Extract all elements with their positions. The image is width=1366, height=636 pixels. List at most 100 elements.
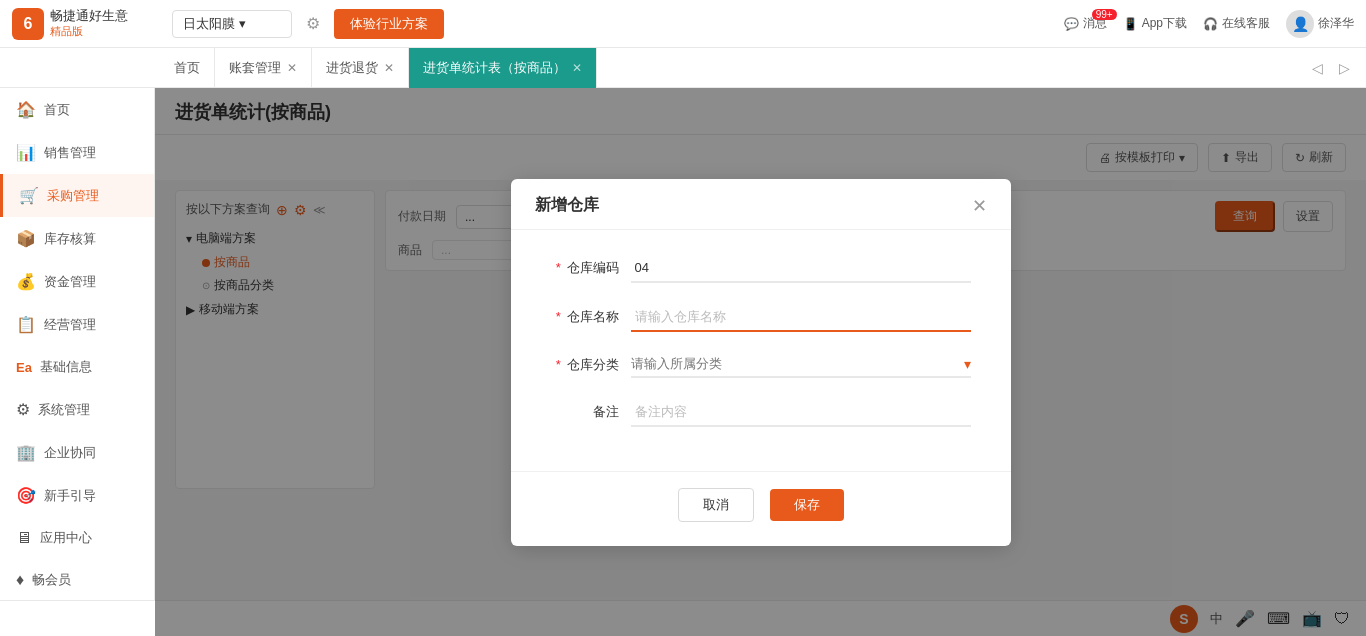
sidebar-item-finance-label: 资金管理 [44,273,96,291]
store-name: 日太阳膜 [183,15,235,33]
sidebar: 🏠 首页 📊 销售管理 🛒 采购管理 📦 库存核算 💰 资金管理 📋 经营管理 … [0,88,155,636]
logo-icon: 6 [12,8,44,40]
category-select-wrapper[interactable]: ▾ [631,352,971,378]
sidebar-item-finance[interactable]: 💰 资金管理 [0,260,154,303]
modal-body: * 仓库编码 * 仓库名称 [511,230,1011,471]
basic-icon: Ea [16,360,32,375]
sidebar-item-basic-label: 基础信息 [40,358,92,376]
headset-icon: 🎧 [1203,17,1218,31]
user-name: 徐泽华 [1318,15,1354,32]
tab-account-label: 账套管理 [229,59,281,77]
message-icon: 💬 [1064,17,1079,31]
save-button[interactable]: 保存 [770,489,844,521]
name-label: * 仓库名称 [551,308,631,326]
sidebar-item-inventory[interactable]: 📦 库存核算 [0,217,154,260]
sidebar-item-purchase[interactable]: 🛒 采购管理 [0,174,154,217]
sidebar-item-system-label: 系统管理 [38,401,90,419]
service-item[interactable]: 🎧 在线客服 [1203,15,1270,32]
modal-header: 新增仓库 ✕ [511,179,1011,230]
sidebar-item-inventory-label: 库存核算 [44,230,96,248]
cancel-button[interactable]: 取消 [678,488,754,522]
modal-overlay: 新增仓库 ✕ * 仓库编码 * [155,88,1366,636]
top-header: 6 畅捷通好生意 精品版 日太阳膜 ▾ ⚙ 体验行业方案 💬 消息 99+ 📱 … [0,0,1366,48]
sidebar-item-member[interactable]: ♦ 畅会员 [0,559,154,601]
purchase-icon: 🛒 [19,186,39,205]
app-download-item[interactable]: 📱 App下载 [1123,15,1187,32]
sidebar-item-home-label: 首页 [44,101,70,119]
name-input[interactable] [631,303,971,332]
code-label: * 仓库编码 [551,259,631,277]
sidebar-item-basic[interactable]: Ea 基础信息 [0,346,154,388]
tab-stats[interactable]: 进货单统计表（按商品） ✕ [409,48,597,88]
form-row-category: * 仓库分类 ▾ [551,352,971,378]
form-row-code: * 仓库编码 [551,254,971,283]
sidebar-item-sales[interactable]: 📊 销售管理 [0,131,154,174]
store-dropdown-icon: ▾ [239,16,246,31]
tab-return-close[interactable]: ✕ [384,61,394,75]
sidebar-item-enterprise-label: 企业协同 [44,444,96,462]
main-layout: 🏠 首页 📊 销售管理 🛒 采购管理 📦 库存核算 💰 资金管理 📋 经营管理 … [0,88,1366,636]
sidebar-item-apps[interactable]: 🖥 应用中心 [0,517,154,559]
operations-icon: 📋 [16,315,36,334]
modal-new-warehouse: 新增仓库 ✕ * 仓库编码 * [511,179,1011,546]
tab-home[interactable]: 首页 [160,48,215,88]
inventory-icon: 📦 [16,229,36,248]
note-label: 备注 [551,403,631,421]
category-dropdown-icon[interactable]: ▾ [964,356,971,372]
form-row-name: * 仓库名称 [551,303,971,332]
sidebar-item-sales-label: 销售管理 [44,144,96,162]
brand-name: 畅捷通好生意 [50,8,128,25]
content-area: 进货单统计(按商品) 🖨 按模板打印 ▾ ⬆ 导出 ↻ 刷新 按以下方 [155,88,1366,636]
home-icon: 🏠 [16,100,36,119]
gear-icon[interactable]: ⚙ [302,10,324,37]
tab-prev-icon[interactable]: ◁ [1306,58,1329,78]
enterprise-icon: 🏢 [16,443,36,462]
finance-icon: 💰 [16,272,36,291]
logo-area: 6 畅捷通好生意 精品版 [12,8,162,40]
tab-return-label: 进货退货 [326,59,378,77]
sidebar-item-guide-label: 新手引导 [44,487,96,505]
message-item[interactable]: 💬 消息 99+ [1064,15,1107,32]
note-input[interactable] [631,398,971,427]
modal-footer: 取消 保存 [511,472,1011,546]
brand-sub: 精品版 [50,24,128,39]
app-icon: 📱 [1123,17,1138,31]
sidebar-item-member-label: 畅会员 [32,571,71,589]
sidebar-item-apps-label: 应用中心 [40,529,92,547]
tab-stats-label: 进货单统计表（按商品） [423,59,566,77]
tab-account[interactable]: 账套管理 ✕ [215,48,312,88]
sidebar-item-operations[interactable]: 📋 经营管理 [0,303,154,346]
sidebar-item-enterprise[interactable]: 🏢 企业协同 [0,431,154,474]
tab-bar: 首页 账套管理 ✕ 进货退货 ✕ 进货单统计表（按商品） ✕ ◁ ▷ [0,48,1366,88]
category-label: * 仓库分类 [551,356,631,374]
member-icon: ♦ [16,571,24,589]
tab-return[interactable]: 进货退货 ✕ [312,48,409,88]
tab-account-close[interactable]: ✕ [287,61,297,75]
form-row-note: 备注 [551,398,971,427]
tab-next-icon[interactable]: ▷ [1333,58,1356,78]
app-label: App下载 [1142,15,1187,32]
sidebar-item-operations-label: 经营管理 [44,316,96,334]
user-item[interactable]: 👤 徐泽华 [1286,10,1354,38]
avatar: 👤 [1286,10,1314,38]
code-input[interactable] [631,254,971,283]
sidebar-item-guide[interactable]: 🎯 新手引导 [0,474,154,517]
tab-stats-close[interactable]: ✕ [572,61,582,75]
sidebar-item-system[interactable]: ⚙ 系统管理 [0,388,154,431]
sidebar-item-purchase-label: 采购管理 [47,187,99,205]
apps-icon: 🖥 [16,529,32,547]
sales-icon: 📊 [16,143,36,162]
sidebar-item-home[interactable]: 🏠 首页 [0,88,154,131]
category-input[interactable] [631,356,964,371]
store-selector[interactable]: 日太阳膜 ▾ [172,10,292,38]
tab-home-label: 首页 [174,59,200,77]
service-label: 在线客服 [1222,15,1270,32]
message-badge: 99+ [1092,9,1117,20]
tab-controls: ◁ ▷ [1306,58,1366,78]
header-right: 💬 消息 99+ 📱 App下载 🎧 在线客服 👤 徐泽华 [1064,10,1354,38]
guide-icon: 🎯 [16,486,36,505]
modal-close-button[interactable]: ✕ [972,195,987,217]
try-industry-button[interactable]: 体验行业方案 [334,9,444,39]
system-icon: ⚙ [16,400,30,419]
modal-title: 新增仓库 [535,195,599,216]
